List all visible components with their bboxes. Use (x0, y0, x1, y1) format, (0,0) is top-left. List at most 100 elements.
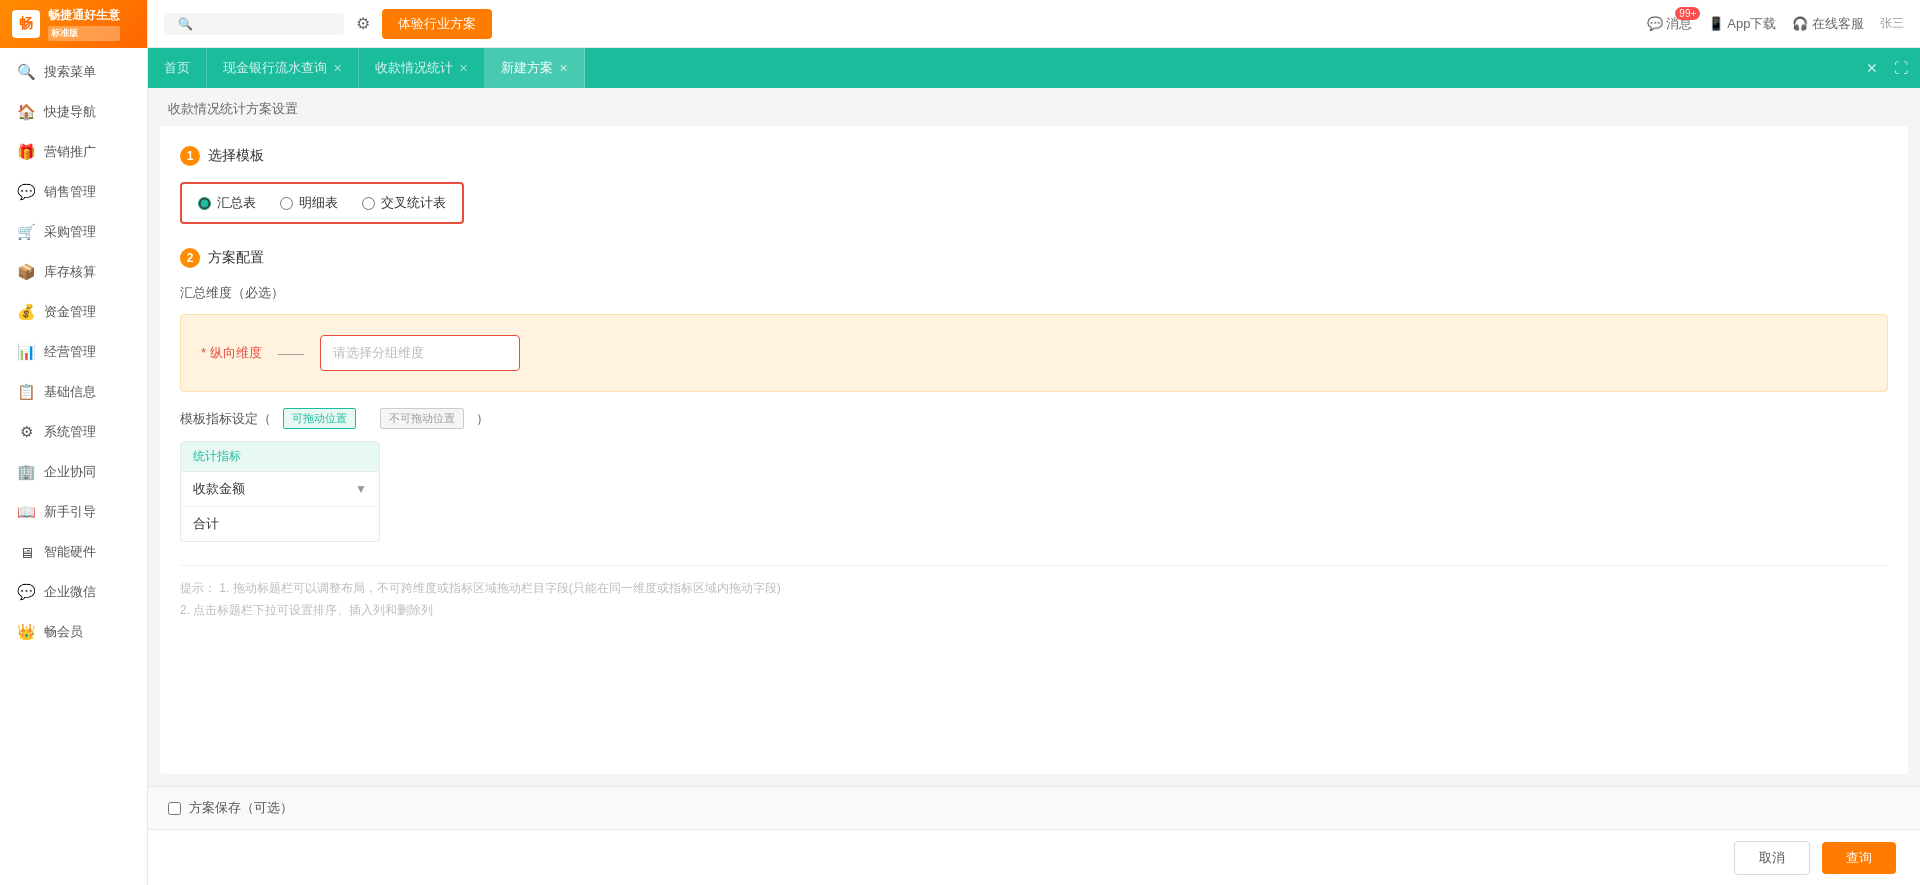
sidebar-logo: 畅 畅捷通好生意 标准版 (0, 0, 147, 48)
tab-close-all-icon[interactable]: ✕ (1862, 56, 1882, 80)
user-name: 张三 (1880, 15, 1904, 32)
sidebar-item-search-menu[interactable]: 🔍 搜索菜单 (0, 52, 147, 92)
tab-new-plan[interactable]: 新建方案 ✕ (485, 48, 585, 88)
service-icon: 🎧 (1792, 16, 1808, 31)
app-download-btn[interactable]: 📱 App下载 (1708, 15, 1776, 33)
metric-table: 统计指标 收款金额 ▼ 合计 (180, 441, 380, 542)
tab-collection-stat-close[interactable]: ✕ (459, 62, 468, 75)
sidebar-item-enterprise[interactable]: 🏢 企业协同 (0, 452, 147, 492)
sidebar: 畅 畅捷通好生意 标准版 🔍 搜索菜单 🏠 快捷导航 🎁 营销推广 💬 销售管理… (0, 0, 148, 885)
step1-title: 选择模板 (208, 147, 264, 165)
settings-icon[interactable]: ⚙ (356, 14, 370, 33)
non-draggable-tag-label: 不可拖动位置 (389, 411, 455, 426)
sidebar-item-basic-info[interactable]: 📋 基础信息 (0, 372, 147, 412)
metric-item-0-name: 收款金额 (193, 480, 355, 498)
metric-category-label: 统计指标 (181, 442, 379, 472)
sidebar-item-system[interactable]: ⚙ 系统管理 (0, 412, 147, 452)
footer-bar: 取消 查询 (148, 829, 1920, 885)
radio-detail[interactable]: 明细表 (280, 194, 338, 212)
tips-line2: 2. 点击标题栏下拉可设置排序、插入列和删除列 (180, 600, 1888, 622)
sidebar-item-label-search-menu: 搜索菜单 (44, 63, 96, 81)
tab-home-label: 首页 (164, 59, 190, 77)
cancel-button[interactable]: 取消 (1734, 841, 1810, 875)
header-search[interactable]: 🔍 (164, 13, 344, 35)
sidebar-item-label-finance: 资金管理 (44, 303, 96, 321)
online-service-btn[interactable]: 🎧 在线客服 (1792, 15, 1864, 33)
header-right: 💬 99+ 消息 📱 App下载 🎧 在线客服 张三 (1647, 15, 1904, 33)
save-label: 方案保存（可选） (189, 799, 293, 817)
tab-collection-stat[interactable]: 收款情况统计 ✕ (359, 48, 485, 88)
metric-settings-label: 模板指标设定（ (180, 410, 271, 428)
trial-btn[interactable]: 体验行业方案 (382, 9, 492, 39)
top-header: 🔍 ⚙ 体验行业方案 💬 99+ 消息 📱 App下载 🎧 在线客服 张三 (148, 0, 1920, 48)
logo-icon: 畅 (12, 10, 40, 38)
radio-detail-input[interactable] (280, 197, 293, 210)
sidebar-item-label-wechat: 企业微信 (44, 583, 96, 601)
draggable-tag: 可拖动位置 (283, 408, 356, 429)
step1-section: 1 选择模板 汇总表 明细表 (180, 146, 1888, 224)
dimension-row-label: * 纵向维度 (201, 344, 262, 362)
sidebar-item-marketing[interactable]: 🎁 营销推广 (0, 132, 147, 172)
save-checkbox[interactable] (168, 802, 181, 815)
message-icon: 💬 (1647, 16, 1663, 31)
logo-badge: 标准版 (48, 26, 120, 41)
notification-btn[interactable]: 💬 99+ 消息 (1647, 15, 1693, 33)
metric-item-1: 合计 (181, 507, 379, 541)
radio-summary-input[interactable] (198, 197, 211, 210)
finance-icon: 💰 (16, 302, 36, 322)
sidebar-item-quick-nav[interactable]: 🏠 快捷导航 (0, 92, 147, 132)
dimension-arrow-icon: —— (278, 346, 304, 361)
purchase-icon: 🛒 (16, 222, 36, 242)
query-button[interactable]: 查询 (1822, 842, 1896, 874)
tab-new-plan-close[interactable]: ✕ (559, 62, 568, 75)
step2-num: 2 (180, 248, 200, 268)
step2-title: 方案配置 (208, 249, 264, 267)
sidebar-item-wechat[interactable]: 💬 企业微信 (0, 572, 147, 612)
save-option: 方案保存（可选） (148, 786, 1920, 829)
sidebar-item-inventory[interactable]: 📦 库存核算 (0, 252, 147, 292)
logo-text-block: 畅捷通好生意 标准版 (48, 7, 120, 41)
radio-summary[interactable]: 汇总表 (198, 194, 256, 212)
basic-info-icon: 📋 (16, 382, 36, 402)
sidebar-item-guide[interactable]: 📖 新手引导 (0, 492, 147, 532)
member-icon: 👑 (16, 622, 36, 642)
template-options: 汇总表 明细表 交叉统计表 (180, 182, 464, 224)
tab-expand-icon[interactable]: ⛶ (1890, 56, 1912, 80)
tab-bank-flow[interactable]: 现金银行流水查询 ✕ (207, 48, 359, 88)
sidebar-item-finance[interactable]: 💰 资金管理 (0, 292, 147, 332)
radio-cross[interactable]: 交叉统计表 (362, 194, 446, 212)
metric-header: 模板指标设定（ 可拖动位置 不可拖动位置 ） (180, 408, 1888, 429)
sidebar-item-label-hardware: 智能硬件 (44, 543, 96, 561)
tab-new-plan-label: 新建方案 (501, 59, 553, 77)
radio-summary-label: 汇总表 (217, 194, 256, 212)
metric-item-1-name: 合计 (193, 515, 367, 533)
sidebar-item-label-inventory: 库存核算 (44, 263, 96, 281)
sidebar-item-purchase[interactable]: 🛒 采购管理 (0, 212, 147, 252)
enterprise-icon: 🏢 (16, 462, 36, 482)
marketing-icon: 🎁 (16, 142, 36, 162)
metric-item-0-dropdown[interactable]: ▼ (355, 482, 367, 496)
sidebar-item-hardware[interactable]: 🖥 智能硬件 (0, 532, 147, 572)
sidebar-item-sales[interactable]: 💬 销售管理 (0, 172, 147, 212)
download-label: App下载 (1727, 16, 1776, 31)
breadcrumb: 收款情况统计方案设置 (168, 101, 298, 116)
tab-bank-flow-close[interactable]: ✕ (333, 62, 342, 75)
tab-home[interactable]: 首页 (148, 48, 207, 88)
inventory-icon: 📦 (16, 262, 36, 282)
quick-nav-icon: 🏠 (16, 102, 36, 122)
page-header: 收款情况统计方案设置 (148, 88, 1920, 126)
sidebar-item-label-guide: 新手引导 (44, 503, 96, 521)
hardware-icon: 🖥 (16, 542, 36, 562)
dimension-section-label: 汇总维度（必选） (180, 284, 1888, 302)
tab-collection-stat-label: 收款情况统计 (375, 59, 453, 77)
metric-item-0: 收款金额 ▼ (181, 472, 379, 507)
sidebar-item-operation[interactable]: 📊 经营管理 (0, 332, 147, 372)
sales-icon: 💬 (16, 182, 36, 202)
sidebar-nav: 🔍 搜索菜单 🏠 快捷导航 🎁 营销推广 💬 销售管理 🛒 采购管理 📦 库存核… (0, 48, 147, 885)
search-menu-icon: 🔍 (16, 62, 36, 82)
sidebar-item-member[interactable]: 👑 畅会员 (0, 612, 147, 652)
radio-cross-label: 交叉统计表 (381, 194, 446, 212)
radio-cross-input[interactable] (362, 197, 375, 210)
dimension-select[interactable]: 请选择分组维度 (320, 335, 520, 371)
step1-num: 1 (180, 146, 200, 166)
